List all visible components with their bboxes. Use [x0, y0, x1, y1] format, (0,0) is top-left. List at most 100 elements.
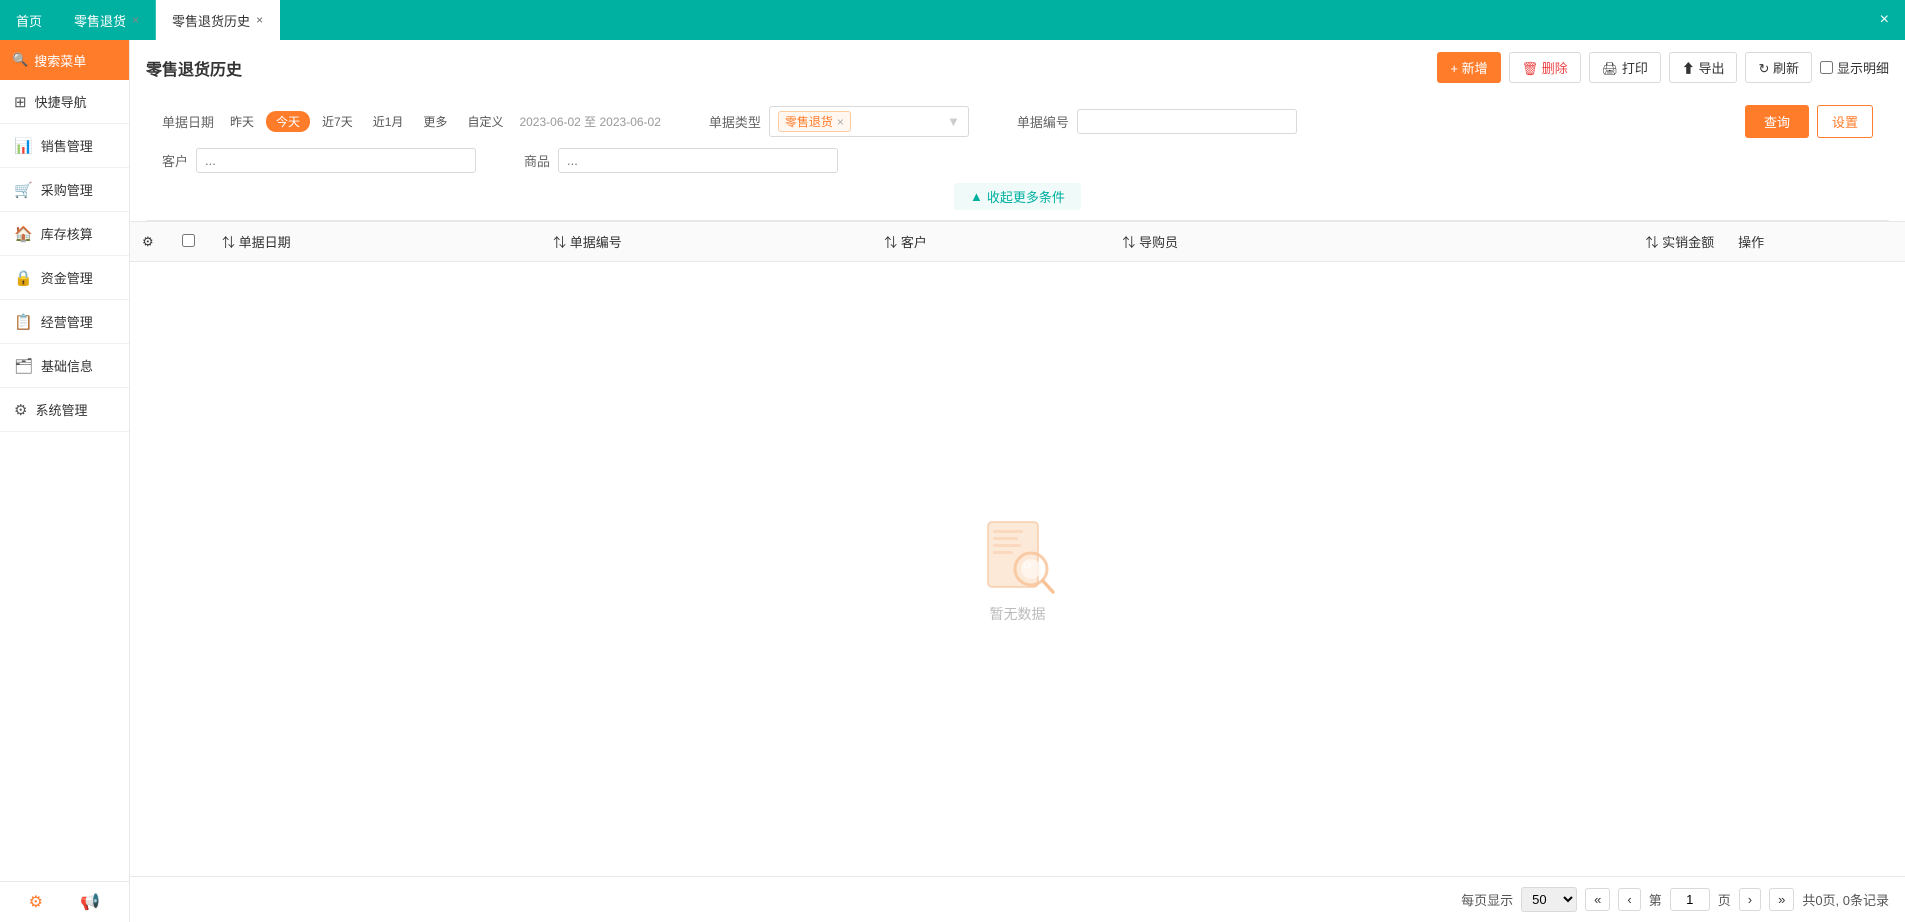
main-layout: 🔍 搜索菜单 ⊞ 快捷导航 📊 销售管理 🛒 采购管理 🏠 库存核算 🔒 [0, 40, 1905, 922]
sidebar-bottom: ⚙ 📢 [0, 881, 129, 922]
show-detail-label: 显示明细 [1837, 58, 1889, 77]
doc-type-tag-close[interactable]: × [837, 115, 844, 129]
date-btn-yesterday[interactable]: 昨天 [222, 111, 262, 132]
refresh-button[interactable]: ↻ 刷新 [1745, 52, 1812, 83]
goods-filter-label: 商品 [524, 151, 550, 170]
customer-input[interactable] [196, 148, 476, 173]
col-actual-amount-label: ⇅ 实销金额 [1646, 235, 1715, 250]
pagination-bar: 每页显示 20 50 100 200 « ‹ 第 页 › » 共0页, 0条记录 [130, 876, 1905, 922]
page-number-input[interactable] [1670, 888, 1710, 911]
tab-retail-return-history[interactable]: 零售退货历史 × [156, 0, 280, 40]
sidebar-item-biz-mgmt[interactable]: 📋 经营管理 [0, 300, 129, 344]
sidebar-item-finance-mgmt-label: 资金管理 [41, 268, 93, 287]
table-wrapper: ⚙ ⇅ 单据日期 ⇅ 单据编号 [130, 222, 1905, 922]
date-filter-label: 单据日期 [162, 112, 214, 131]
customer-filter-group: 客户 [162, 148, 476, 173]
tab-retail-return-close[interactable]: × [132, 13, 139, 27]
total-pages-label: 页 [1718, 890, 1731, 909]
header-actions: + 新增 🗑 删除 🖨 打印 ⬆ 导出 ↻ 刷新 显示明细 [1437, 52, 1889, 83]
per-page-select[interactable]: 20 50 100 200 [1521, 887, 1577, 912]
system-mgmt-icon: ⚙ [14, 401, 27, 419]
empty-state-icon [973, 514, 1063, 604]
sidebar-item-basic-info[interactable]: 🗂 基础信息 [0, 344, 129, 388]
last-page-button[interactable]: » [1769, 888, 1794, 911]
date-btn-7days[interactable]: 近7天 [314, 111, 361, 132]
doc-type-select[interactable]: 零售退货 × ▼ [769, 106, 969, 137]
date-btn-more[interactable]: 更多 [415, 111, 455, 132]
sidebar-nav: ⊞ 快捷导航 📊 销售管理 🛒 采购管理 🏠 库存核算 🔒 资金管理 📋 [0, 80, 129, 881]
doc-type-dropdown-icon: ▼ [947, 114, 960, 129]
col-operation: 操作 [1726, 222, 1905, 262]
date-range-display: 2023-06-02 至 2023-06-02 [519, 113, 660, 130]
goods-input[interactable] [558, 148, 838, 173]
col-doc-no-label: ⇅ 单据编号 [553, 235, 622, 250]
first-page-button[interactable]: « [1585, 888, 1610, 911]
sidebar-item-system-mgmt[interactable]: ⚙ 系统管理 [0, 388, 129, 432]
sidebar-gear-button[interactable]: ⚙ [29, 892, 43, 912]
empty-state: 暂无数据 [130, 262, 1905, 876]
sidebar-item-quick-nav-label: 快捷导航 [35, 92, 87, 111]
col-guide: ⇅ 导购员 [1110, 222, 1395, 262]
doc-no-input[interactable] [1077, 109, 1297, 134]
page-title: 零售退货历史 [146, 56, 242, 80]
empty-state-text: 暂无数据 [990, 604, 1046, 624]
page-title-row: 零售退货历史 + 新增 🗑 删除 🖨 打印 ⬆ 导出 ↻ 刷新 显示明细 [146, 52, 1889, 83]
query-button[interactable]: 查询 [1745, 105, 1809, 138]
sidebar-item-purchase-mgmt-label: 采购管理 [41, 180, 93, 199]
window-close-button[interactable]: × [1864, 11, 1905, 29]
date-btn-1month[interactable]: 近1月 [365, 111, 412, 132]
col-doc-no: ⇅ 单据编号 [541, 222, 872, 262]
col-checkbox [170, 222, 210, 262]
date-filter-group: 单据日期 昨天 今天 近7天 近1月 更多 自定义 2023-06-02 至 2… [162, 111, 661, 132]
sidebar-search-label: 搜索菜单 [34, 51, 86, 70]
delete-button[interactable]: 🗑 删除 [1509, 52, 1581, 83]
select-all-checkbox[interactable] [182, 234, 195, 247]
search-icon: 🔍 [12, 52, 28, 68]
collapse-up-icon: ▲ [970, 189, 983, 204]
tab-retail-return-history-label: 零售退货历史 [172, 11, 250, 30]
tab-home[interactable]: 首页 [0, 0, 58, 40]
table-settings-icon[interactable]: ⚙ [142, 234, 154, 249]
col-guide-label: ⇅ 导购员 [1122, 235, 1178, 250]
add-button[interactable]: + 新增 [1437, 52, 1500, 83]
total-records-label: 共0页, 0条记录 [1802, 890, 1889, 909]
date-btn-custom[interactable]: 自定义 [459, 111, 511, 132]
col-operation-label: 操作 [1738, 235, 1764, 250]
collapse-label: 收起更多条件 [987, 187, 1065, 206]
col-settings: ⚙ [130, 222, 170, 262]
date-btn-today[interactable]: 今天 [266, 111, 310, 132]
data-table: ⚙ ⇅ 单据日期 ⇅ 单据编号 [130, 222, 1905, 262]
sidebar-item-quick-nav[interactable]: ⊞ 快捷导航 [0, 80, 129, 124]
customer-filter-label: 客户 [162, 151, 188, 170]
next-page-button[interactable]: › [1739, 888, 1761, 911]
date-shortcuts: 昨天 今天 近7天 近1月 更多 自定义 [222, 111, 511, 132]
doc-type-tag-text: 零售退货 [785, 113, 833, 130]
tab-retail-return-history-close[interactable]: × [256, 13, 263, 27]
sidebar-item-system-mgmt-label: 系统管理 [35, 400, 87, 419]
collapse-button[interactable]: ▲ 收起更多条件 [954, 183, 1081, 210]
sidebar-speaker-button[interactable]: 📢 [80, 892, 100, 912]
sidebar-item-finance-mgmt[interactable]: 🔒 资金管理 [0, 256, 129, 300]
sidebar-item-inventory-label: 库存核算 [41, 224, 93, 243]
doc-type-filter-label: 单据类型 [709, 112, 761, 131]
tab-bar: 首页 零售退货 × 零售退货历史 × × [0, 0, 1905, 40]
finance-mgmt-icon: 🔒 [14, 269, 33, 287]
show-detail-checkbox[interactable] [1820, 61, 1833, 74]
sidebar-item-inventory[interactable]: 🏠 库存核算 [0, 212, 129, 256]
filter-area: 单据日期 昨天 今天 近7天 近1月 更多 自定义 2023-06-02 至 2… [146, 95, 1889, 221]
inventory-icon: 🏠 [14, 225, 33, 243]
sidebar-search[interactable]: 🔍 搜索菜单 [0, 40, 129, 80]
quick-nav-icon: ⊞ [14, 93, 27, 111]
prev-page-button[interactable]: ‹ [1618, 888, 1640, 911]
col-actual-amount: ⇅ 实销金额 [1395, 222, 1726, 262]
tab-home-label: 首页 [16, 11, 42, 30]
sidebar-item-sales-mgmt[interactable]: 📊 销售管理 [0, 124, 129, 168]
export-button[interactable]: ⬆ 导出 [1669, 52, 1738, 83]
filter-row-1: 单据日期 昨天 今天 近7天 近1月 更多 自定义 2023-06-02 至 2… [162, 105, 1873, 138]
print-button[interactable]: 🖨 打印 [1589, 52, 1661, 83]
show-detail-checkbox-label[interactable]: 显示明细 [1820, 58, 1889, 77]
tab-retail-return[interactable]: 零售退货 × [58, 0, 156, 40]
sidebar-item-purchase-mgmt[interactable]: 🛒 采购管理 [0, 168, 129, 212]
col-customer: ⇅ 客户 [872, 222, 1110, 262]
setting-button[interactable]: 设置 [1817, 105, 1873, 138]
